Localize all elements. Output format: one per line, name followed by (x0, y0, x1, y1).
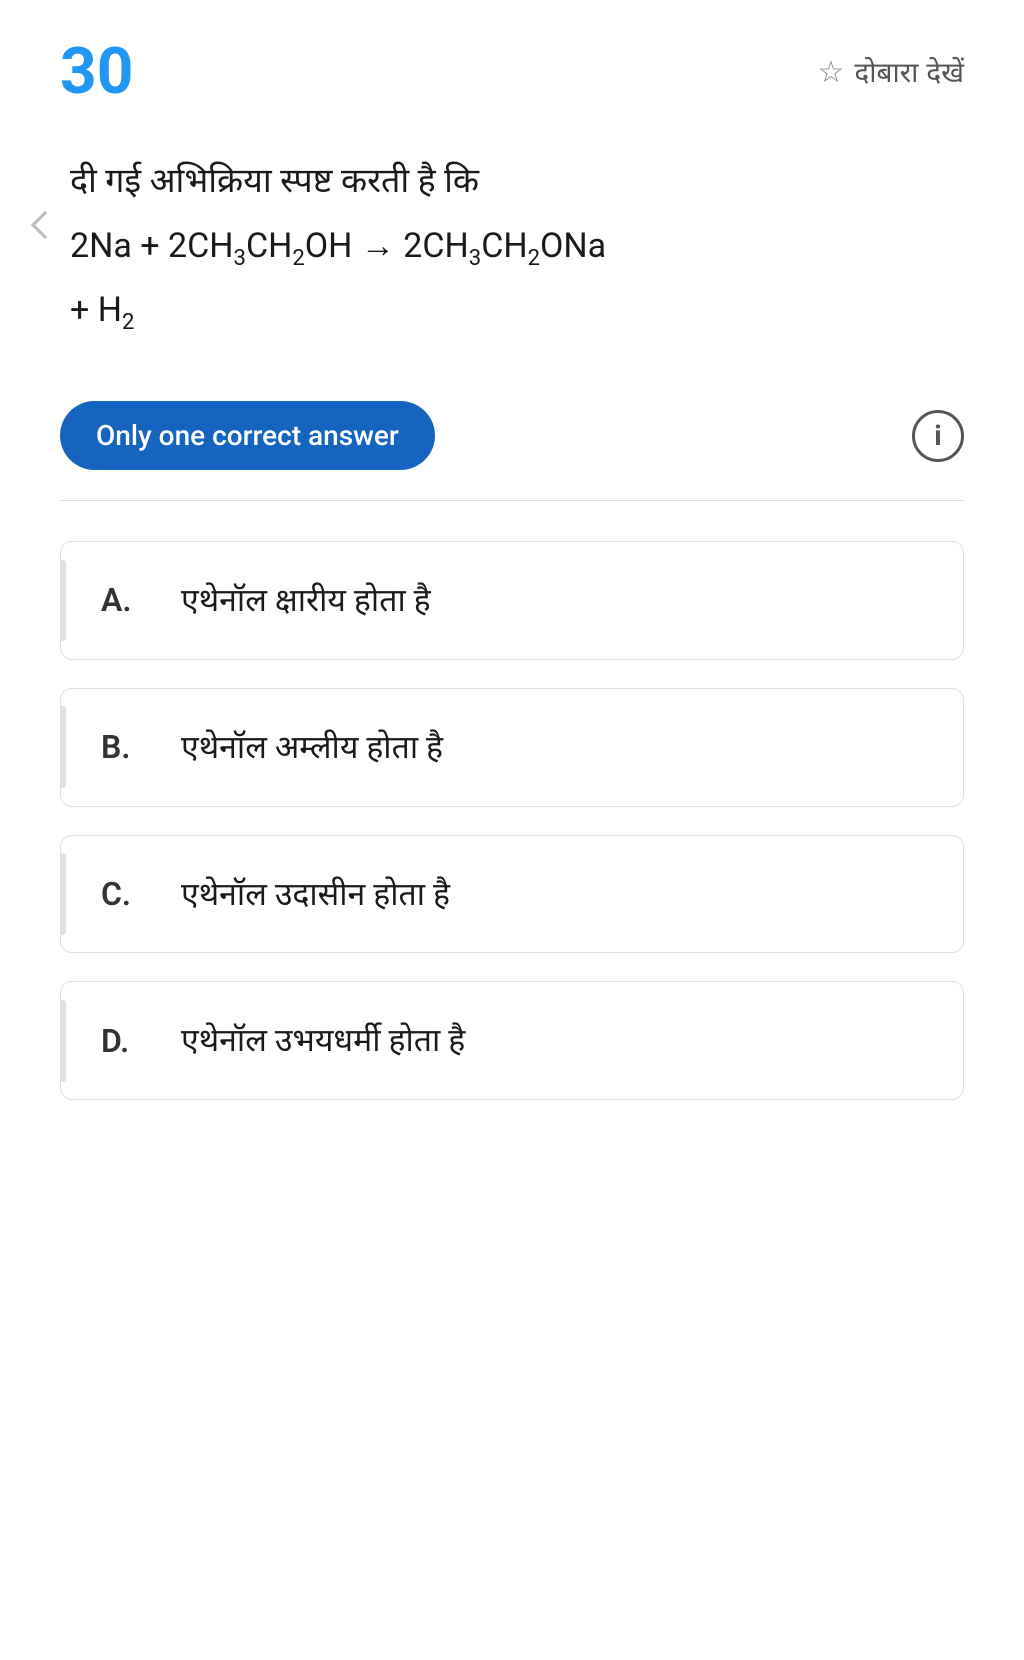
question-number: 30 (60, 40, 133, 104)
option-c-label: C. (101, 875, 161, 913)
info-button[interactable]: i (912, 410, 964, 462)
review-button[interactable]: ☆ दोबारा देखें (817, 53, 964, 91)
reaction-equation: 2Na + 2CH3CH2OH → 2CH3CH2ONa + H2 (70, 218, 964, 341)
chevron-left-icon (31, 211, 59, 239)
option-a-text: एथेनॉल क्षारीय होता है (181, 578, 431, 623)
option-c[interactable]: C. एथेनॉल उदासीन होता है (60, 835, 964, 954)
header: 30 ☆ दोबारा देखें (60, 40, 964, 104)
answer-type-badge: Only one correct answer (60, 401, 435, 470)
star-icon: ☆ (817, 55, 844, 90)
reaction-line-1: 2Na + 2CH3CH2OH → 2CH3CH2ONa (70, 218, 964, 277)
option-c-text: एथेनॉल उदासीन होता है (181, 872, 450, 917)
section-divider (60, 500, 964, 501)
options-container: A. एथेनॉल क्षारीय होता है B. एथेनॉल अम्ल… (60, 541, 964, 1100)
option-d-label: D. (101, 1022, 161, 1060)
option-a[interactable]: A. एथेनॉल क्षारीय होता है (60, 541, 964, 660)
nav-arrow[interactable] (20, 200, 70, 250)
option-a-label: A. (101, 581, 161, 619)
answer-type-section: Only one correct answer i (60, 401, 964, 470)
option-d-text: एथेनॉल उभयधर्मी होता है (181, 1018, 465, 1063)
reaction-line-2: + H2 (70, 282, 964, 341)
option-b[interactable]: B. एथेनॉल अम्लीय होता है (60, 688, 964, 807)
option-b-label: B. (101, 728, 161, 766)
review-label: दोबारा देखें (854, 53, 964, 91)
info-icon-symbol: i (934, 419, 941, 452)
option-b-text: एथेनॉल अम्लीय होता है (181, 725, 443, 770)
question-area: दी गई अभिक्रिया स्पष्ट करती है कि 2Na + … (60, 154, 964, 341)
question-intro: दी गई अभिक्रिया स्पष्ट करती है कि (70, 154, 964, 208)
option-d[interactable]: D. एथेनॉल उभयधर्मी होता है (60, 981, 964, 1100)
